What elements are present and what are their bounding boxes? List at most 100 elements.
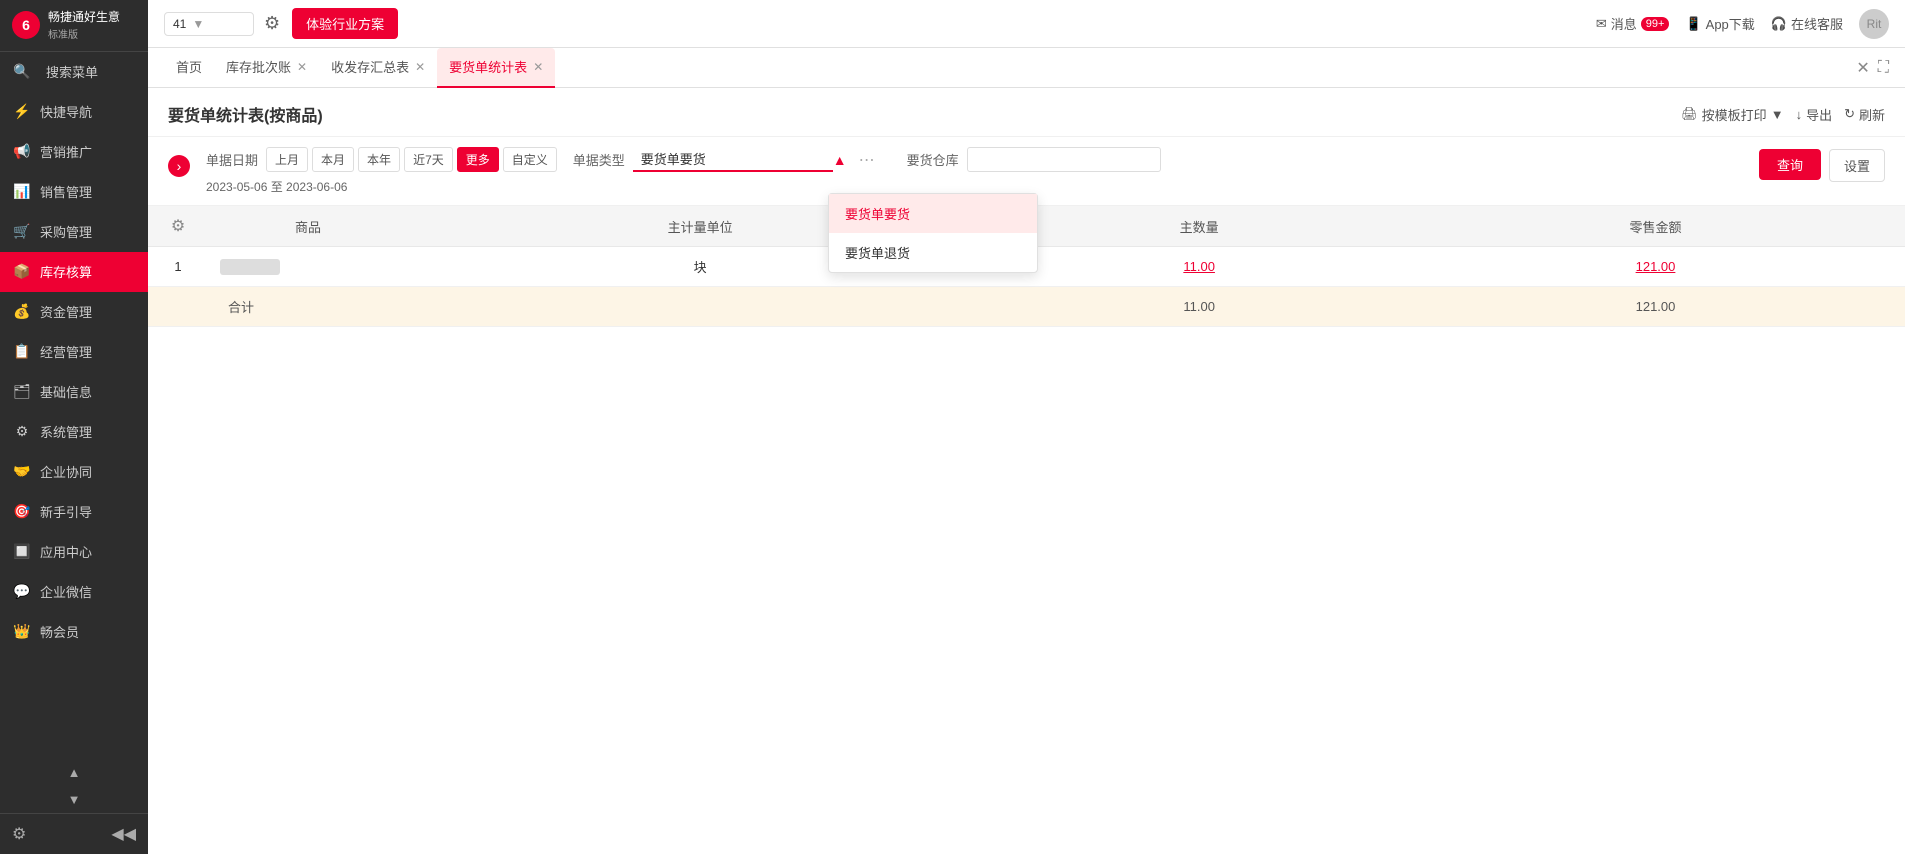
date-btn-more[interactable]: 更多 bbox=[457, 147, 499, 172]
topbar-settings-icon[interactable]: ⚙ bbox=[264, 13, 280, 34]
filter-expand-btn[interactable]: › bbox=[168, 155, 190, 177]
service-icon: 🎧 bbox=[1771, 16, 1787, 32]
print-btn[interactable]: 🖨 按模板打印 ▼ bbox=[1681, 105, 1783, 124]
tab-collect-summary-close[interactable]: ✕ bbox=[415, 60, 425, 74]
filter-settings-button[interactable]: 设置 bbox=[1829, 149, 1885, 182]
tabs-bar: 首页 库存批次账 ✕ 收发存汇总表 ✕ 要货单统计表 ✕ ✕ ⛶ bbox=[148, 48, 1905, 88]
type-label: 单据类型 bbox=[573, 150, 625, 169]
page-actions: 🖨 按模板打印 ▼ ↓ 导出 ↻ 刷新 bbox=[1681, 105, 1885, 124]
sidebar-item-3[interactable]: 🛒采购管理 bbox=[0, 212, 148, 252]
sidebar-logo: 6 畅捷通好生意 标准版 bbox=[0, 0, 148, 52]
store-name: 41 bbox=[173, 17, 186, 31]
sidebar-item-2[interactable]: 📊销售管理 bbox=[0, 172, 148, 212]
query-button[interactable]: 查询 bbox=[1759, 149, 1821, 180]
sidebar-nav: 🔍 搜索菜单 ⚡快捷导航📢营销推广📊销售管理🛒采购管理📦库存核算💰资金管理📋经营… bbox=[0, 52, 148, 759]
type-more-btn[interactable]: ⋯ bbox=[859, 150, 875, 170]
sidebar-item-0[interactable]: ⚡快捷导航 bbox=[0, 92, 148, 132]
total-amount: 121.00 bbox=[1406, 287, 1905, 327]
app-download-btn[interactable]: 📱 App下载 bbox=[1685, 14, 1754, 33]
date-buttons: 上月 本月 本年 近7天 更多 自定义 bbox=[266, 147, 557, 172]
sidebar-item-5[interactable]: 💰资金管理 bbox=[0, 292, 148, 332]
type-select-arrow-up[interactable]: ▲ bbox=[833, 152, 847, 168]
export-btn[interactable]: ↓ 导出 bbox=[1796, 105, 1833, 124]
nav-icon-6: 📋 bbox=[12, 342, 32, 362]
dropdown-item-order-goods[interactable]: 要货单要货 bbox=[829, 194, 1037, 233]
date-btn-this-year[interactable]: 本年 bbox=[358, 147, 400, 172]
collapse-icon[interactable]: ◀◀ bbox=[111, 824, 136, 844]
message-btn[interactable]: ✉ 消息 99+ bbox=[1596, 14, 1670, 33]
tab-order-summary-close[interactable]: ✕ bbox=[533, 60, 543, 74]
tab-fullscreen[interactable]: ⛶ bbox=[1878, 59, 1889, 77]
date-btn-7days[interactable]: 近7天 bbox=[404, 147, 453, 172]
th-qty: 主数量 bbox=[992, 206, 1406, 247]
service-btn[interactable]: 🎧 在线客服 bbox=[1771, 14, 1843, 33]
nav-icon-0: ⚡ bbox=[12, 102, 32, 122]
type-dropdown: 要货单要货 要货单退货 bbox=[828, 193, 1038, 273]
app-name: 畅捷通好生意 bbox=[48, 10, 120, 26]
sidebar-footer: ⚙ ◀◀ bbox=[0, 813, 148, 854]
th-settings[interactable]: ⚙ bbox=[148, 206, 208, 247]
settings-icon[interactable]: ⚙ bbox=[12, 824, 26, 844]
sidebar-scroll-down[interactable]: ▼ bbox=[0, 786, 148, 813]
nav-icon-7: 🗂 bbox=[12, 382, 32, 402]
refresh-btn[interactable]: ↻ 刷新 bbox=[1844, 105, 1885, 124]
sidebar-item-6[interactable]: 📋经营管理 bbox=[0, 332, 148, 372]
sidebar-item-12[interactable]: 💬企业微信 bbox=[0, 572, 148, 612]
tab-order-summary[interactable]: 要货单统计表 ✕ bbox=[437, 48, 555, 88]
th-amount: 零售金额 bbox=[1406, 206, 1905, 247]
main-area: 41 ▼ ⚙ 体验行业方案 ✉ 消息 99+ 📱 App下载 🎧 在线客服 Ri… bbox=[148, 0, 1905, 854]
sidebar-item-9[interactable]: 🤝企业协同 bbox=[0, 452, 148, 492]
sidebar-item-7[interactable]: 🗂基础信息 bbox=[0, 372, 148, 412]
type-select[interactable] bbox=[633, 147, 833, 172]
sidebar-item-8[interactable]: ⚙系统管理 bbox=[0, 412, 148, 452]
export-label: 导出 bbox=[1806, 105, 1832, 124]
sidebar-search[interactable]: 🔍 搜索菜单 bbox=[0, 52, 148, 92]
nav-icon-2: 📊 bbox=[12, 182, 32, 202]
th-product: 商品 bbox=[208, 206, 408, 247]
product-cell bbox=[220, 259, 396, 275]
tabs-right: ✕ ⛶ bbox=[1856, 58, 1889, 78]
sidebar-item-13[interactable]: 👑畅会员 bbox=[0, 612, 148, 652]
tab-stock-batch-close[interactable]: ✕ bbox=[297, 60, 307, 74]
trial-button[interactable]: 体验行业方案 bbox=[292, 8, 398, 39]
tab-order-summary-label: 要货单统计表 bbox=[449, 57, 527, 76]
message-badge: 99+ bbox=[1641, 17, 1670, 31]
amount-cell[interactable]: 121.00 bbox=[1406, 247, 1905, 287]
tab-collect-summary-label: 收发存汇总表 bbox=[331, 57, 409, 76]
tab-collect-summary[interactable]: 收发存汇总表 ✕ bbox=[319, 48, 437, 88]
dropdown-item-order-return[interactable]: 要货单退货 bbox=[829, 233, 1037, 272]
column-settings-icon[interactable]: ⚙ bbox=[171, 218, 185, 235]
tab-close-all[interactable]: ✕ bbox=[1856, 58, 1869, 78]
sidebar-item-11[interactable]: 🔲应用中心 bbox=[0, 532, 148, 572]
topbar-left: 41 ▼ ⚙ 体验行业方案 bbox=[164, 8, 1596, 39]
qty-cell[interactable]: 11.00 bbox=[992, 247, 1406, 287]
refresh-label: 刷新 bbox=[1859, 105, 1885, 124]
tab-stock-batch[interactable]: 库存批次账 ✕ bbox=[214, 48, 319, 88]
nav-icon-11: 🔲 bbox=[12, 542, 32, 562]
date-label: 单据日期 bbox=[206, 150, 258, 169]
warehouse-input[interactable] bbox=[967, 147, 1161, 172]
date-btn-prev-month[interactable]: 上月 bbox=[266, 147, 308, 172]
date-filter-group: 单据日期 上月 本月 本年 近7天 更多 自定义 bbox=[206, 147, 557, 172]
date-range: 2023-05-06 至 2023-06-06 bbox=[206, 178, 557, 195]
nav-icon-9: 🤝 bbox=[12, 462, 32, 482]
sidebar-scroll-up[interactable]: ▲ bbox=[0, 759, 148, 786]
tab-stock-batch-label: 库存批次账 bbox=[226, 57, 291, 76]
filter-bar: › 单据日期 上月 本月 本年 近7天 更多 自定义 2023-05-06 至 … bbox=[148, 137, 1905, 206]
refresh-icon: ↻ bbox=[1844, 106, 1855, 122]
tab-home[interactable]: 首页 bbox=[164, 48, 214, 88]
date-btn-this-month[interactable]: 本月 bbox=[312, 147, 354, 172]
sidebar-item-1[interactable]: 📢营销推广 bbox=[0, 132, 148, 172]
store-selector[interactable]: 41 ▼ bbox=[164, 12, 254, 36]
type-select-wrapper: ▲ bbox=[633, 147, 847, 172]
user-avatar[interactable]: Rit bbox=[1859, 9, 1889, 39]
total-label: 合计 bbox=[208, 287, 408, 327]
product-img bbox=[220, 259, 280, 275]
search-icon: 🔍 bbox=[12, 62, 32, 82]
app-label: App下载 bbox=[1706, 14, 1755, 33]
sidebar-item-4[interactable]: 📦库存核算 bbox=[0, 252, 148, 292]
date-btn-custom[interactable]: 自定义 bbox=[503, 147, 557, 172]
sidebar-item-10[interactable]: 🎯新手引导 bbox=[0, 492, 148, 532]
total-row: 合计 11.00 121.00 bbox=[148, 287, 1905, 327]
nav-icon-3: 🛒 bbox=[12, 222, 32, 242]
